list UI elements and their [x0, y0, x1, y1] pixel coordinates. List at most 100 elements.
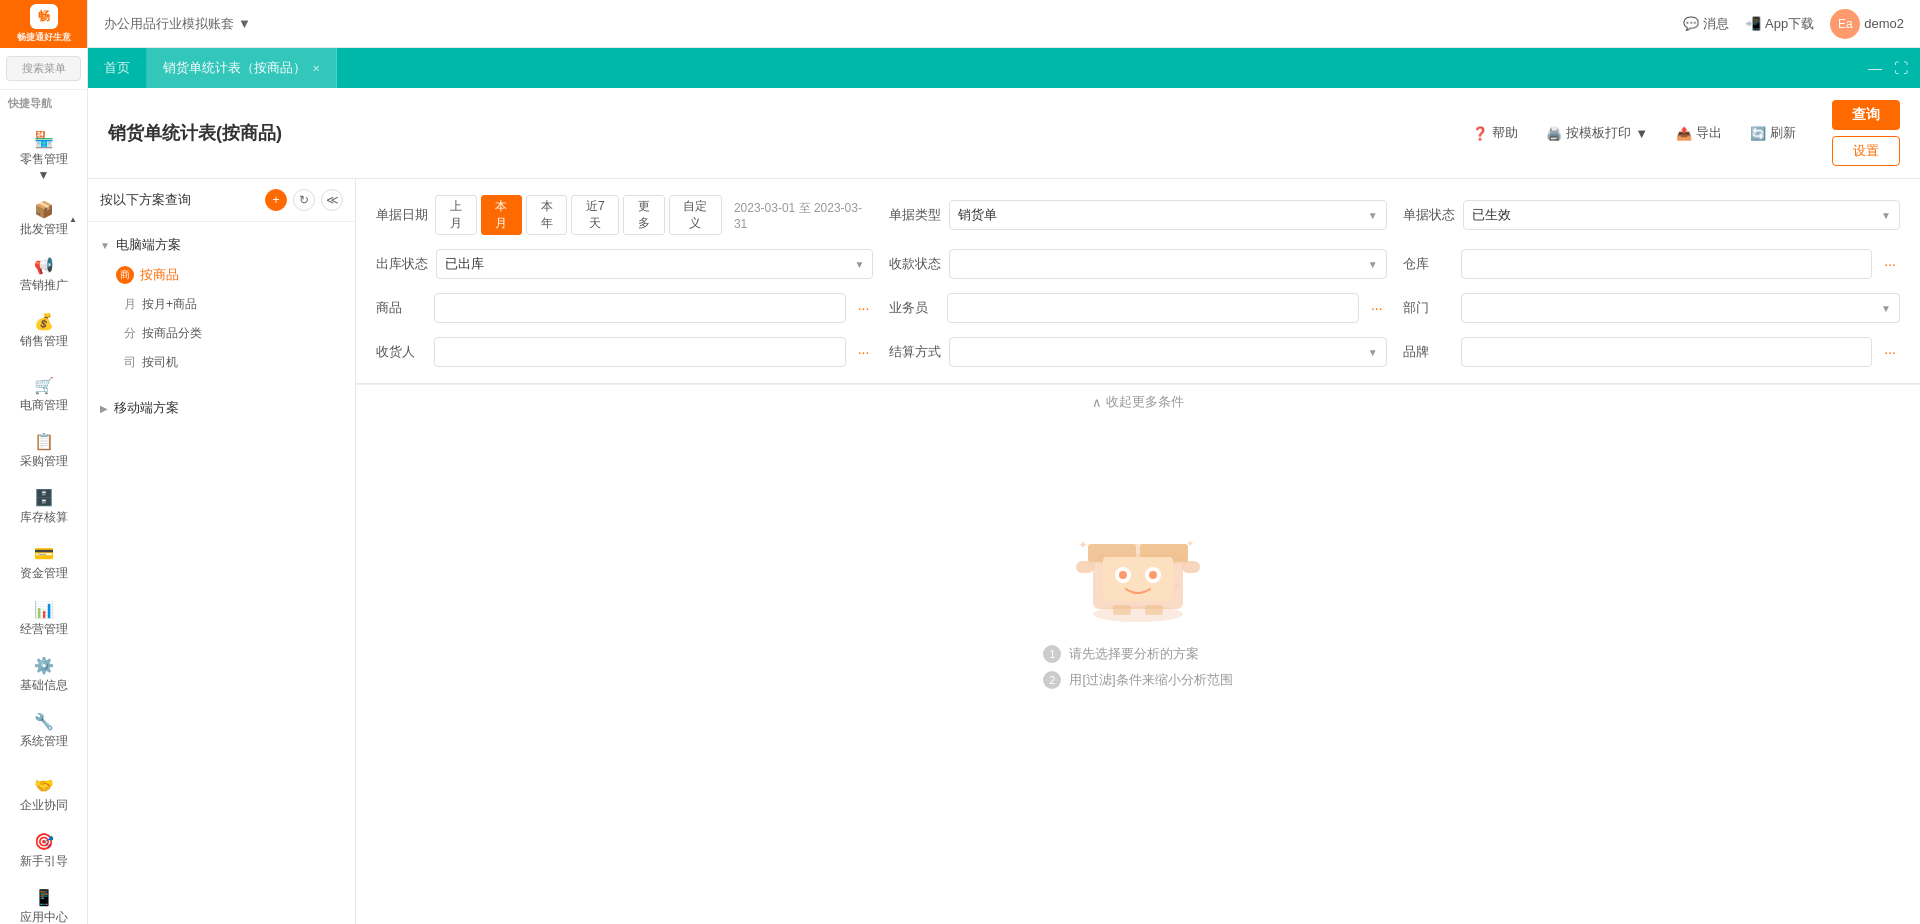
- step-2-num: 2: [1043, 671, 1061, 689]
- doc-status-select[interactable]: 已生效 ▼: [1463, 200, 1900, 230]
- warehouse-more-btn[interactable]: ···: [1880, 256, 1900, 272]
- search-section: 搜索菜单: [0, 48, 87, 90]
- date-btn-7days[interactable]: 近7天: [571, 195, 619, 235]
- workspace-dropdown-icon: ▼: [238, 16, 251, 31]
- date-btn-this-month[interactable]: 本月: [481, 195, 522, 235]
- refresh-button[interactable]: 🔄 刷新: [1742, 120, 1804, 146]
- retail-icon: 🏪: [34, 130, 54, 149]
- sidebar-item-appcenter[interactable]: 📱 应用中心: [6, 880, 81, 924]
- payment-status-select[interactable]: ▼: [949, 249, 1386, 279]
- sidebar-item-finance[interactable]: 💳 资金管理: [6, 536, 81, 590]
- refresh-scheme-button[interactable]: ↻: [293, 189, 315, 211]
- salesperson-more-btn[interactable]: ···: [1367, 300, 1387, 316]
- payment-method-select[interactable]: ▼: [949, 337, 1386, 367]
- sidebar-item-wholesale[interactable]: 📦 批发管理: [6, 192, 81, 246]
- logo-icon: 畅: [30, 4, 58, 29]
- message-icon: 💬: [1683, 16, 1699, 31]
- sidebar-item-system[interactable]: 🔧 系统管理: [6, 704, 81, 758]
- print-button[interactable]: 🖨️ 按模板打印 ▼: [1538, 120, 1656, 146]
- date-btn-more[interactable]: 更多: [623, 195, 664, 235]
- salesperson-input[interactable]: [947, 293, 1359, 323]
- date-btn-custom[interactable]: 自定义: [669, 195, 722, 235]
- doc-status-field: 单据状态 已生效 ▼: [1403, 200, 1900, 230]
- filter-row-2: 出库状态 已出库 ▼ 收款状态 ▼: [376, 249, 1900, 279]
- sidebar-item-operation[interactable]: 📊 经营管理: [6, 592, 81, 646]
- appcenter-label: 应用中心: [20, 909, 68, 924]
- sales-label: 销售管理: [20, 333, 68, 350]
- tab-close-icon[interactable]: ✕: [312, 63, 320, 74]
- finance-label: 资金管理: [20, 565, 68, 582]
- workspace-selector[interactable]: 办公用品行业模拟账套 ▼: [104, 15, 251, 33]
- sidebar-item-retail[interactable]: 🏪 零售管理: [6, 122, 81, 190]
- sidebar-item-purchase[interactable]: 📋 采购管理: [6, 424, 81, 478]
- ecommerce-label: 电商管理: [20, 397, 68, 414]
- department-select[interactable]: ▼: [1461, 293, 1900, 323]
- tree-child-by-product[interactable]: 商 按商品: [88, 260, 355, 290]
- receiver-input[interactable]: [434, 337, 846, 367]
- product-input[interactable]: [434, 293, 846, 323]
- product-more-btn[interactable]: ···: [854, 300, 874, 316]
- sidebar-item-inventory[interactable]: 🗄️ 库存核算: [6, 480, 81, 534]
- newuser-icon: 🎯: [34, 832, 54, 851]
- sidebar-item-enterprise[interactable]: 🤝 企业协同: [6, 768, 81, 822]
- message-button[interactable]: 💬 消息: [1683, 15, 1729, 33]
- tab-bar: 首页 销货单统计表（按商品） ✕ — ⛶: [88, 48, 1920, 88]
- date-field: 单据日期 上月 本月 本年 近7天 更多 自定义 2023-03-01 至 20…: [376, 195, 873, 235]
- user-menu[interactable]: Ea demo2: [1830, 9, 1904, 39]
- app-logo: 畅 畅捷通好生意: [0, 0, 87, 48]
- sidebar-item-basic[interactable]: ⚙️ 基础信息: [6, 648, 81, 702]
- app-download-button[interactable]: 📲 App下载: [1745, 15, 1814, 33]
- tree-parent-mobile[interactable]: ▶ 移动端方案: [88, 393, 355, 423]
- collapse-bar[interactable]: ∧ 收起更多条件: [356, 384, 1920, 419]
- tree-parent-desktop[interactable]: ▼ 电脑端方案: [88, 230, 355, 260]
- svg-point-9: [1149, 571, 1157, 579]
- doc-type-label: 单据类型: [889, 206, 941, 224]
- export-button[interactable]: 📤 导出: [1668, 120, 1730, 146]
- settings-button[interactable]: 设置: [1832, 136, 1900, 166]
- stock-status-select[interactable]: 已出库 ▼: [436, 249, 873, 279]
- date-label: 单据日期: [376, 206, 427, 224]
- left-panel-title: 按以下方案查询: [100, 191, 259, 209]
- tree-sub-by-category[interactable]: 分 按商品分类: [88, 319, 355, 348]
- sidebar-item-newuser[interactable]: 🎯 新手引导: [6, 824, 81, 878]
- svg-text:✦: ✦: [1078, 538, 1088, 552]
- purchase-icon: 📋: [34, 432, 54, 451]
- sidebar-item-ecommerce[interactable]: 🛒 电商管理: [6, 368, 81, 422]
- tab-home[interactable]: 首页: [88, 48, 147, 88]
- search-menu-button[interactable]: 搜索菜单: [6, 56, 81, 81]
- user-avatar: Ea: [1830, 9, 1860, 39]
- header-left: 办公用品行业模拟账套 ▼: [104, 15, 251, 33]
- maximize-icon[interactable]: ⛶: [1890, 58, 1912, 78]
- header-right: 💬 消息 📲 App下载 Ea demo2: [1683, 9, 1904, 39]
- sub-icon-month: 月: [124, 296, 136, 313]
- wholesale-icon: 📦: [34, 200, 54, 219]
- sidebar-item-sales[interactable]: 💰 销售管理: [6, 304, 81, 358]
- sales-icon: 💰: [34, 312, 54, 331]
- tree-desktop-label: 电脑端方案: [116, 236, 181, 254]
- tree-desktop: ▼ 电脑端方案 商 按商品 月 按月+商品 分 按商品分类: [88, 222, 355, 385]
- print-icon: 🖨️: [1546, 126, 1562, 141]
- by-tax-label: 按司机: [142, 354, 178, 371]
- retail-label: 零售管理: [20, 151, 68, 168]
- query-actions: 查询 设置: [1832, 100, 1900, 166]
- brand-more-btn[interactable]: ···: [1880, 344, 1900, 360]
- date-btn-last-month[interactable]: 上月: [435, 195, 476, 235]
- date-btn-this-year[interactable]: 本年: [526, 195, 567, 235]
- brand-input[interactable]: [1461, 337, 1873, 367]
- help-button[interactable]: ❓ 帮助: [1464, 120, 1526, 146]
- stock-status-value: 已出库: [445, 255, 484, 273]
- tree-sub-by-month-product[interactable]: 月 按月+商品: [88, 290, 355, 319]
- purchase-label: 采购管理: [20, 453, 68, 470]
- collapse-panel-button[interactable]: ≪: [321, 189, 343, 211]
- sidebar-item-marketing[interactable]: 📢 营销推广: [6, 248, 81, 302]
- add-scheme-button[interactable]: +: [265, 189, 287, 211]
- warehouse-input[interactable]: [1461, 249, 1873, 279]
- tree-sub-by-tax[interactable]: 司 按司机: [88, 348, 355, 377]
- minimize-icon[interactable]: —: [1864, 58, 1886, 78]
- tree-mobile-label: 移动端方案: [114, 399, 179, 417]
- receiver-more-btn[interactable]: ···: [854, 344, 874, 360]
- doc-type-select[interactable]: 销货单 ▼: [949, 200, 1386, 230]
- tree-mobile: ▶ 移动端方案: [88, 385, 355, 431]
- tab-sales-stat[interactable]: 销货单统计表（按商品） ✕: [147, 48, 337, 88]
- query-button[interactable]: 查询: [1832, 100, 1900, 130]
